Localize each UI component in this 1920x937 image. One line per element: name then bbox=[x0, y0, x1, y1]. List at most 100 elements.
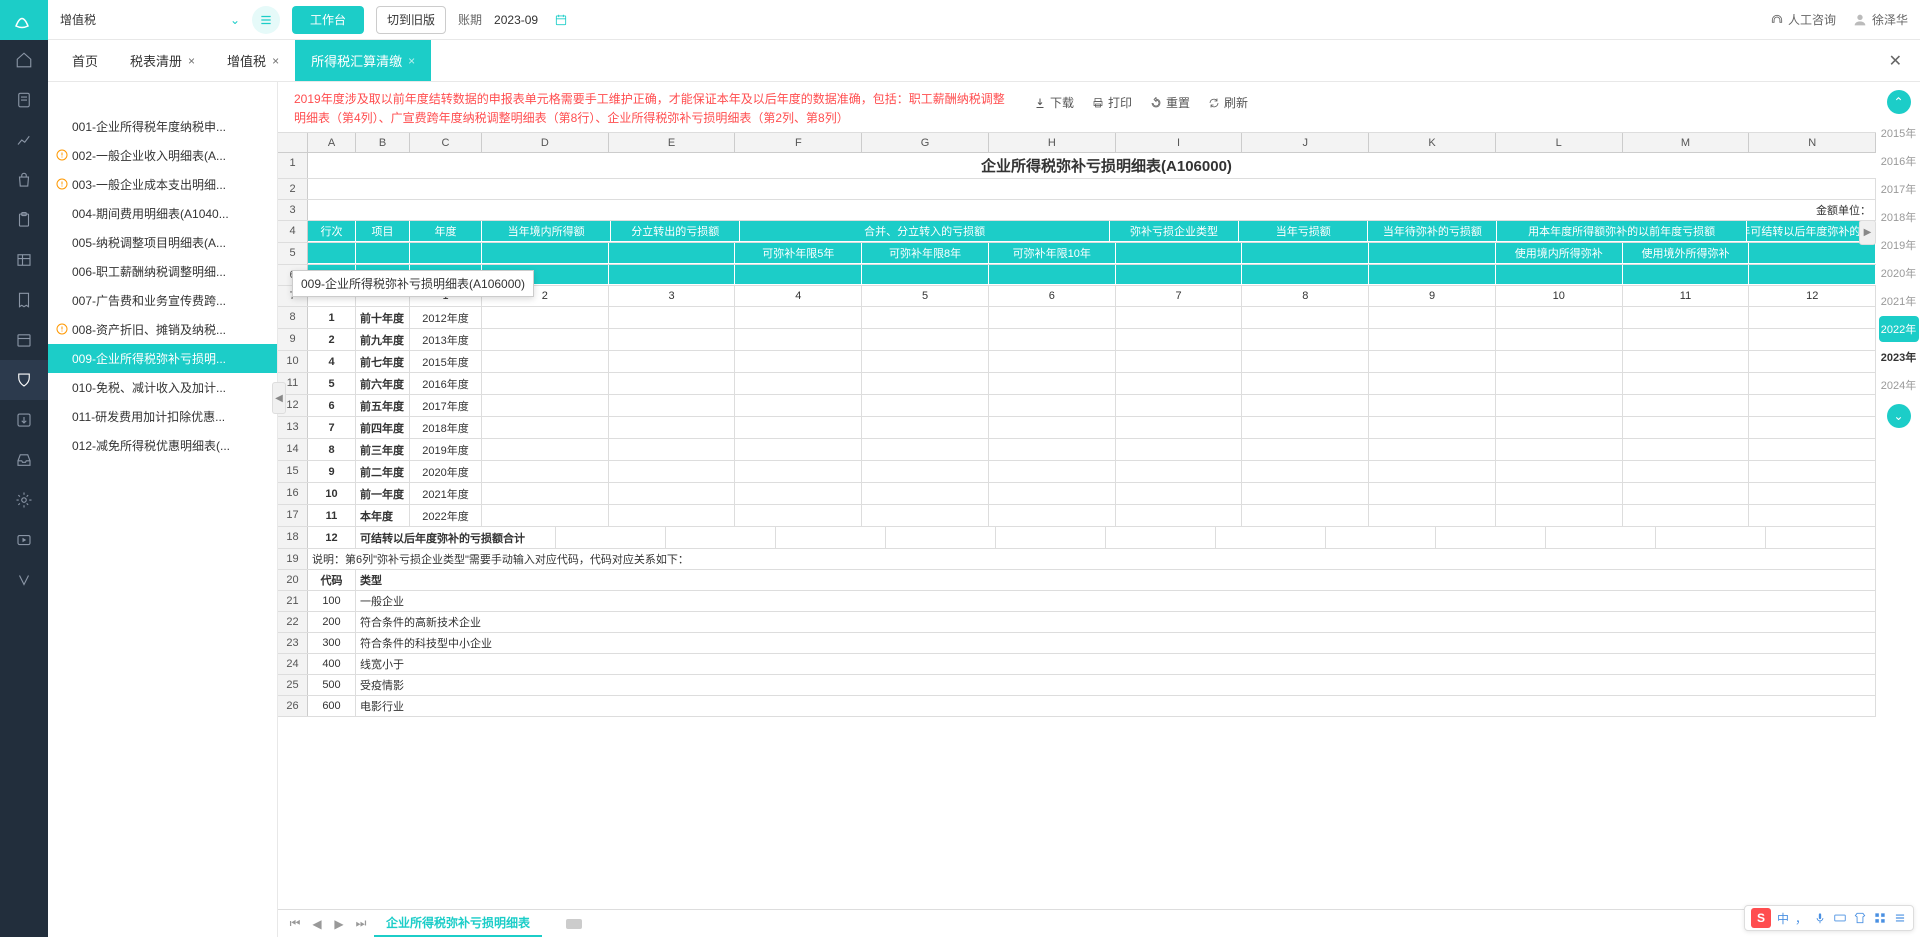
data-cell[interactable] bbox=[1749, 307, 1876, 328]
nav-doc-icon[interactable] bbox=[0, 80, 48, 120]
row-no[interactable]: 9 bbox=[308, 461, 356, 482]
note-code[interactable]: 200 bbox=[308, 612, 356, 632]
cell[interactable] bbox=[308, 243, 356, 264]
data-cell[interactable] bbox=[482, 505, 609, 526]
row-header[interactable]: 17 bbox=[278, 505, 308, 526]
nav-chart-icon[interactable] bbox=[0, 120, 48, 160]
sheet-prev-icon[interactable]: ◀ bbox=[308, 917, 326, 931]
tax-type-dropdown[interactable]: 增值税 ⌄ bbox=[60, 11, 240, 28]
tree-item[interactable]: 001-企业所得税年度纳税申... bbox=[48, 112, 277, 141]
data-cell[interactable] bbox=[1749, 439, 1876, 460]
data-cell[interactable] bbox=[989, 373, 1116, 394]
nav-inbox-icon[interactable] bbox=[0, 440, 48, 480]
col-number[interactable]: 3 bbox=[609, 286, 736, 306]
th[interactable]: 弥补亏损企业类型 bbox=[1110, 221, 1239, 242]
nav-tax-icon[interactable] bbox=[0, 360, 48, 400]
col-header[interactable]: F bbox=[735, 133, 862, 152]
data-cell[interactable] bbox=[1496, 307, 1623, 328]
col-header[interactable]: N bbox=[1749, 133, 1876, 152]
row-header[interactable]: 10 bbox=[278, 351, 308, 372]
tree-item[interactable]: 012-减免所得税优惠明细表(... bbox=[48, 431, 277, 460]
close-icon[interactable]: × bbox=[272, 54, 279, 68]
year-item[interactable]: 2020年 bbox=[1879, 260, 1919, 286]
data-cell[interactable] bbox=[862, 461, 989, 482]
switch-old-button[interactable]: 切到旧版 bbox=[376, 6, 446, 34]
note-type[interactable]: 电影行业 bbox=[356, 696, 1876, 716]
calendar-icon[interactable] bbox=[554, 13, 568, 27]
row-no[interactable]: 8 bbox=[308, 439, 356, 460]
data-cell[interactable] bbox=[1623, 307, 1750, 328]
row-no[interactable]: 4 bbox=[308, 351, 356, 372]
data-cell[interactable] bbox=[482, 373, 609, 394]
data-cell[interactable] bbox=[1496, 351, 1623, 372]
data-cell[interactable] bbox=[1106, 527, 1216, 548]
data-cell[interactable] bbox=[1496, 373, 1623, 394]
tree-item[interactable]: 007-广告费和业务宣传费跨... bbox=[48, 286, 277, 315]
sheet-title[interactable]: 企业所得税弥补亏损明细表(A106000) bbox=[308, 153, 1876, 178]
col-number[interactable]: 4 bbox=[735, 286, 862, 306]
data-cell[interactable] bbox=[556, 527, 666, 548]
data-cell[interactable] bbox=[609, 395, 736, 416]
row-header[interactable]: 14 bbox=[278, 439, 308, 460]
item-name[interactable]: 前九年度 bbox=[356, 329, 410, 350]
item-name[interactable]: 前四年度 bbox=[356, 417, 410, 438]
data-cell[interactable] bbox=[862, 329, 989, 350]
year-val[interactable]: 2013年度 bbox=[410, 329, 482, 350]
year-item[interactable]: 2015年 bbox=[1879, 120, 1919, 146]
col-header[interactable]: H bbox=[989, 133, 1116, 152]
data-cell[interactable] bbox=[609, 505, 736, 526]
data-cell[interactable] bbox=[1623, 417, 1750, 438]
row-header[interactable]: 16 bbox=[278, 483, 308, 504]
tab-home[interactable]: 首页 bbox=[56, 40, 114, 81]
year-val[interactable]: 2012年度 bbox=[410, 307, 482, 328]
close-icon[interactable]: × bbox=[408, 54, 415, 68]
row-no[interactable]: 2 bbox=[308, 329, 356, 350]
row-header[interactable]: 1 bbox=[278, 153, 308, 178]
note-code[interactable]: 100 bbox=[308, 591, 356, 611]
th[interactable]: 用本年度所得额弥补的以前年度亏损额 bbox=[1497, 221, 1746, 242]
data-cell[interactable] bbox=[609, 461, 736, 482]
tree-item[interactable]: 011-研发费用加计扣除优惠... bbox=[48, 402, 277, 431]
col-header[interactable]: M bbox=[1623, 133, 1750, 152]
data-cell[interactable] bbox=[989, 307, 1116, 328]
data-cell[interactable] bbox=[1116, 505, 1243, 526]
th[interactable]: 分立转出的亏损额 bbox=[611, 221, 740, 242]
cell[interactable] bbox=[308, 179, 1876, 199]
data-cell[interactable] bbox=[482, 483, 609, 504]
item-name[interactable]: 前二年度 bbox=[356, 461, 410, 482]
data-cell[interactable] bbox=[735, 329, 862, 350]
col-header[interactable]: A bbox=[308, 133, 356, 152]
data-cell[interactable] bbox=[735, 351, 862, 372]
nav-v-icon[interactable] bbox=[0, 560, 48, 600]
data-cell[interactable] bbox=[1623, 373, 1750, 394]
data-cell[interactable] bbox=[989, 483, 1116, 504]
data-cell[interactable] bbox=[609, 351, 736, 372]
data-cell[interactable] bbox=[1749, 461, 1876, 482]
data-cell[interactable] bbox=[1369, 395, 1496, 416]
th[interactable]: 使用境内所得弥补 bbox=[1496, 243, 1623, 264]
cell[interactable] bbox=[482, 243, 609, 264]
note-type-h[interactable]: 类型 bbox=[356, 570, 1876, 590]
data-cell[interactable] bbox=[609, 329, 736, 350]
data-cell[interactable] bbox=[989, 505, 1116, 526]
col-header[interactable]: D bbox=[482, 133, 609, 152]
print-button[interactable]: 打印 bbox=[1092, 94, 1132, 111]
spreadsheet[interactable]: A B C D E F G H I J K L M N bbox=[278, 132, 1876, 937]
cell[interactable] bbox=[1749, 265, 1876, 285]
data-cell[interactable] bbox=[609, 439, 736, 460]
year-scroll-up[interactable]: ⌃ bbox=[1887, 90, 1911, 114]
cell[interactable] bbox=[410, 243, 482, 264]
sheet-tab[interactable]: 企业所得税弥补亏损明细表 bbox=[374, 910, 542, 937]
nav-table-icon[interactable] bbox=[0, 240, 48, 280]
cell[interactable] bbox=[356, 243, 410, 264]
year-val[interactable]: 2015年度 bbox=[410, 351, 482, 372]
row-header[interactable]: 24 bbox=[278, 654, 308, 674]
col-number[interactable]: 6 bbox=[989, 286, 1116, 306]
cell[interactable] bbox=[1749, 243, 1876, 264]
data-cell[interactable] bbox=[1242, 351, 1369, 372]
ime-lang[interactable]: 中 bbox=[1777, 910, 1789, 927]
tree-item[interactable]: 005-纳税调整项目明细表(A... bbox=[48, 228, 277, 257]
note-code[interactable]: 300 bbox=[308, 633, 356, 653]
tab-vat[interactable]: 增值税× bbox=[211, 40, 295, 81]
data-cell[interactable] bbox=[666, 527, 776, 548]
